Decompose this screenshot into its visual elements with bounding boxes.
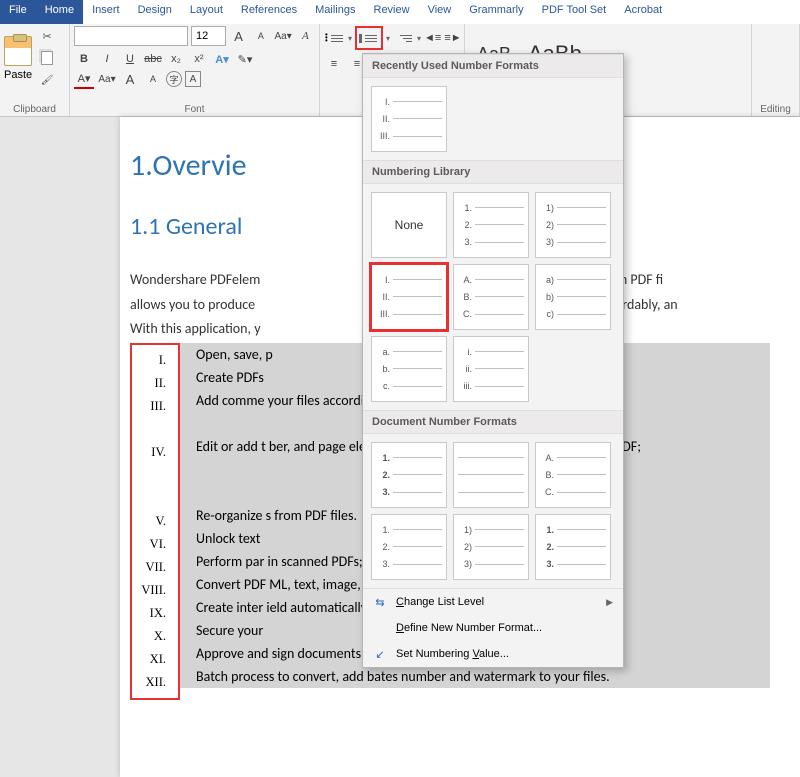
numfmt-doc-plain[interactable] [453, 442, 529, 508]
multilevel-list-button[interactable] [393, 29, 414, 47]
font-grow2-button[interactable] [120, 69, 140, 89]
numfmt-decimal-paren[interactable]: 1) 2) 3) [535, 192, 611, 258]
change-list-level-item[interactable]: ⇆ Change List Level ▶ [363, 589, 623, 615]
character-shading-button[interactable]: Aa▾ [97, 69, 117, 89]
numeral-6: VI. [132, 533, 178, 556]
numeral-5: V. [132, 510, 178, 533]
numfmt-lower-roman[interactable]: i. ii. iii. [453, 336, 529, 402]
define-new-number-format-item[interactable]: Define New Number Format... [363, 615, 623, 641]
font-size-combo[interactable]: 12 [191, 26, 226, 46]
tab-home[interactable]: Home [36, 0, 83, 24]
dropdown-header-library: Numbering Library [363, 160, 623, 184]
align-left-button[interactable]: ≡ [324, 54, 344, 74]
clear-formatting-button[interactable]: A [296, 26, 315, 46]
doc-para-1a: Wondershare PDFelem [130, 271, 260, 288]
italic-button[interactable]: I [97, 49, 117, 69]
set-value-icon: ↙ [373, 647, 387, 661]
numeral-1: I. [132, 349, 178, 372]
decrease-indent-button[interactable]: ◄≡ [424, 28, 441, 48]
numeral-2: II. [132, 372, 178, 395]
increase-indent-button[interactable]: ≡► [444, 28, 461, 48]
enclose-characters-button[interactable]: 字 [166, 71, 182, 87]
font-shrink2-button[interactable] [143, 69, 163, 89]
format-painter-button[interactable] [37, 70, 57, 90]
numfmt-doc-bold-dec[interactable]: 1. 2. 3. [371, 442, 447, 508]
change-level-label: hange List Level [404, 596, 484, 608]
bullets-button[interactable] [324, 29, 345, 47]
numeral-11: XI. [132, 648, 178, 671]
change-case-button[interactable]: Aa▾ [274, 26, 293, 46]
numfmt-doc-dec-dot[interactable]: 1. 2. 3. [371, 514, 447, 580]
numfmt-upper-alpha[interactable]: A. B. C. [453, 264, 529, 330]
numeral-7: VII. [132, 556, 178, 579]
numfmt-none[interactable]: None [371, 192, 447, 258]
tab-insert[interactable]: Insert [83, 0, 129, 24]
bold-button[interactable]: B [74, 49, 94, 69]
tab-references[interactable]: References [232, 0, 306, 24]
tab-file[interactable]: File [0, 0, 36, 24]
tab-view[interactable]: View [419, 0, 461, 24]
group-editing: Editing [752, 24, 800, 116]
grow-font-button[interactable] [229, 26, 248, 46]
numeral-8: VIII. [132, 579, 178, 602]
set-value-label: alue... [479, 648, 509, 660]
tab-design[interactable]: Design [129, 0, 181, 24]
menu-tabs: File Home Insert Design Layout Reference… [0, 0, 800, 24]
superscript-button[interactable]: x² [189, 49, 209, 69]
tab-mailings[interactable]: Mailings [306, 0, 364, 24]
list-numerals-column: I. II. III. IV. V. VI. VII. VIII. IX. X.… [130, 343, 180, 700]
underline-button[interactable]: U [120, 49, 140, 69]
strikethrough-button[interactable]: abc [143, 49, 163, 69]
numbering-button-highlight [355, 26, 383, 50]
define-format-icon [373, 621, 387, 635]
tab-pdftoolset[interactable]: PDF Tool Set [533, 0, 616, 24]
numfmt-decimal-dot[interactable]: 1. 2. 3. [453, 192, 529, 258]
highlight-color-button[interactable]: ✎▾ [235, 49, 255, 69]
submenu-arrow-icon: ▶ [606, 597, 613, 608]
numeral-9: IX. [132, 602, 178, 625]
numeral-3: III. [132, 395, 178, 441]
numfmt-lower-alpha-paren[interactable]: a) b) c) [535, 264, 611, 330]
numfmt-recent-roman[interactable]: I. II. III. [371, 86, 447, 152]
paste-button[interactable]: Paste [4, 34, 32, 83]
numeral-12: XII. [132, 671, 178, 694]
doc-para-2a: allows you to produce [130, 296, 255, 313]
paste-icon [4, 36, 32, 66]
text-effects-button[interactable]: A▾ [212, 49, 232, 69]
font-color-button[interactable]: A▾ [74, 69, 94, 89]
group-font: 12 Aa▾ A B I U abc x₂ x² A▾ ✎▾ A▾ Aa▾ 字 … [70, 24, 320, 116]
shrink-font-button[interactable] [251, 26, 270, 46]
define-format-label: efine New Number Format... [404, 622, 542, 634]
numeral-4: IV. [132, 441, 178, 510]
numfmt-lower-alpha-dot[interactable]: a. b. c. [371, 336, 447, 402]
character-border-button[interactable]: A [185, 71, 201, 87]
dropdown-footer: ⇆ Change List Level ▶ Define New Number … [363, 588, 623, 667]
tab-grammarly[interactable]: Grammarly [460, 0, 532, 24]
numbering-dropdown: Recently Used Number Formats I. II. III.… [362, 53, 624, 668]
change-level-icon: ⇆ [373, 595, 387, 609]
font-family-combo[interactable] [74, 26, 188, 46]
dropdown-header-docfmts: Document Number Formats [363, 410, 623, 434]
tab-acrobat[interactable]: Acrobat [615, 0, 671, 24]
numfmt-doc-upper-alpha[interactable]: A. B. C. [535, 442, 611, 508]
tab-review[interactable]: Review [365, 0, 419, 24]
group-editing-label: Editing [752, 104, 799, 115]
dropdown-header-recent: Recently Used Number Formats [363, 54, 623, 78]
group-clipboard-label: Clipboard [0, 104, 69, 115]
list-item: Batch process to convert, add bates numb… [180, 665, 770, 688]
group-font-label: Font [70, 104, 319, 115]
numfmt-roman[interactable]: I. II. III. [371, 264, 447, 330]
group-clipboard: Paste Clipboard [0, 24, 70, 116]
cut-button[interactable] [37, 26, 57, 46]
numeral-10: X. [132, 625, 178, 648]
copy-icon [41, 51, 53, 65]
numfmt-doc-dec-paren[interactable]: 1) 2) 3) [453, 514, 529, 580]
set-numbering-value-item[interactable]: ↙ Set Numbering Value... [363, 641, 623, 667]
copy-button[interactable] [37, 48, 57, 68]
numfmt-doc-bold-dec2[interactable]: 1. 2. 3. [535, 514, 611, 580]
paste-label: Paste [4, 69, 32, 81]
subscript-button[interactable]: x₂ [166, 49, 186, 69]
tab-layout[interactable]: Layout [181, 0, 232, 24]
numbering-button[interactable] [358, 29, 380, 47]
